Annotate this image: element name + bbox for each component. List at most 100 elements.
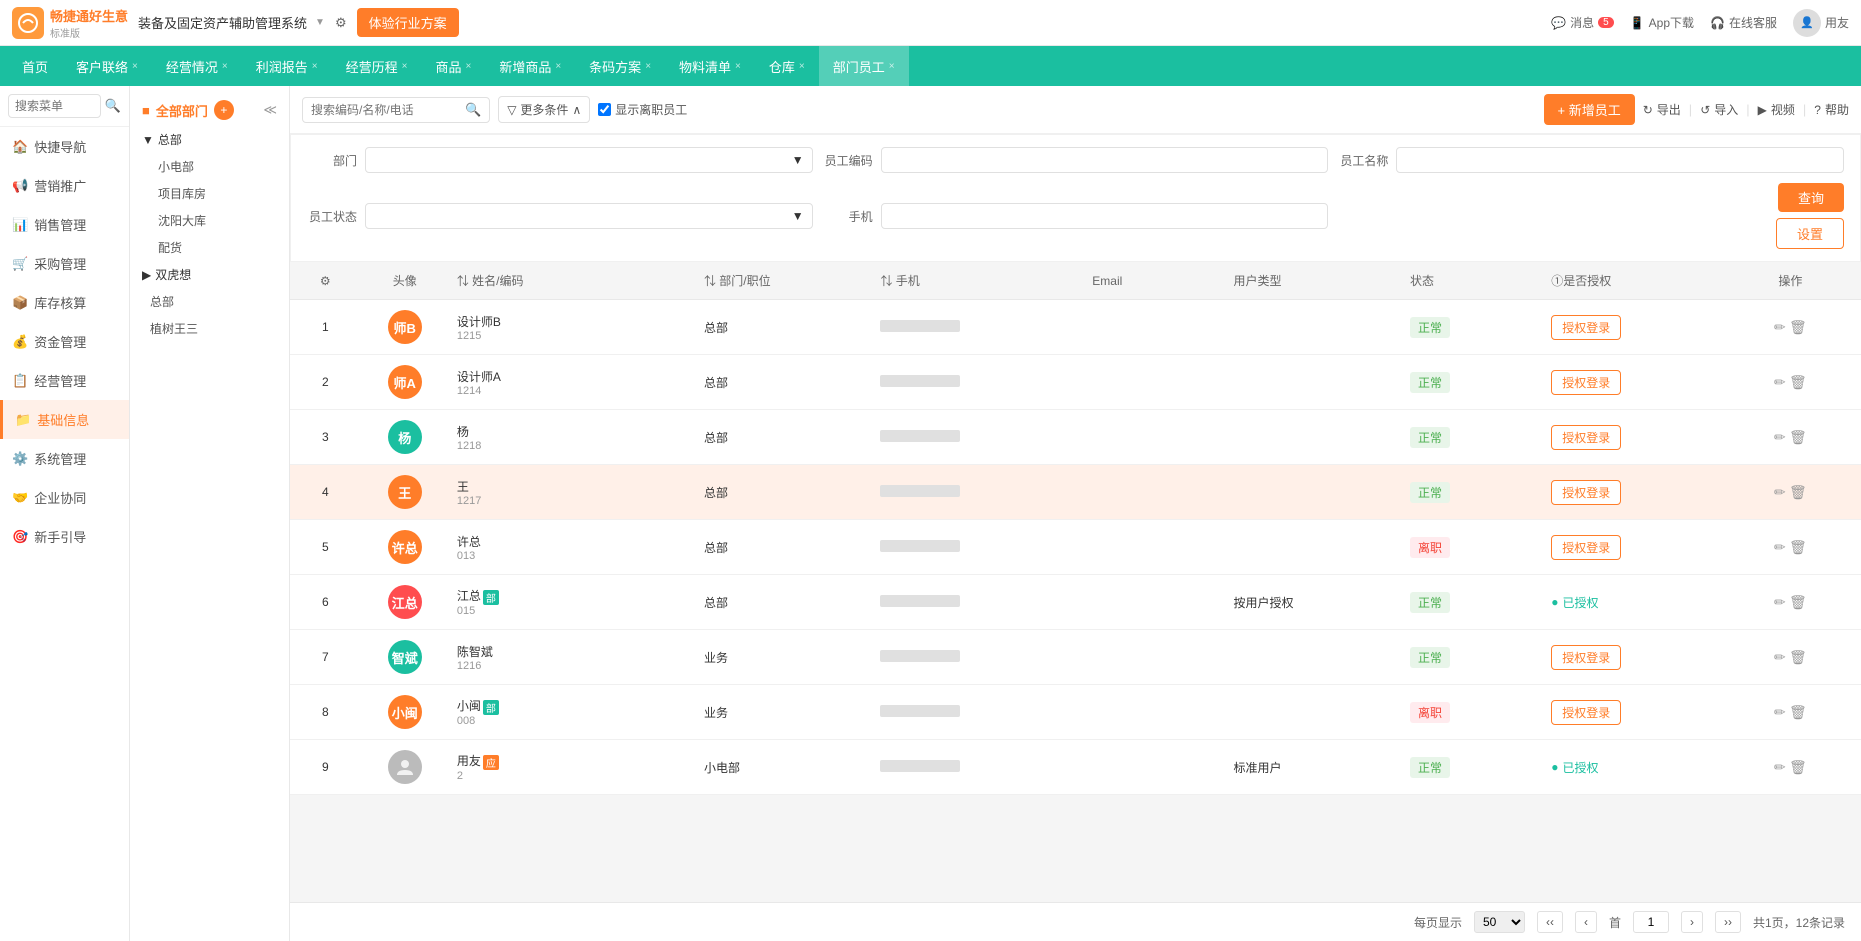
emp-name-input[interactable] [1396, 147, 1844, 173]
tab-profit[interactable]: 利润报告 × [242, 46, 332, 86]
first-page-btn[interactable]: ‹‹ [1537, 911, 1563, 933]
auth-login-btn[interactable]: 授权登录 [1551, 535, 1621, 560]
tab-barcode[interactable]: 条码方案 × [575, 46, 665, 86]
delete-icon[interactable]: 🗑 [1789, 704, 1807, 720]
row-dept: 总部 [696, 410, 873, 465]
auth-login-btn[interactable]: 授权登录 [1551, 370, 1621, 395]
sidebar-item-finance[interactable]: 💰 资金管理 [0, 322, 129, 361]
search-box: 🔍 [302, 97, 490, 123]
user-menu[interactable]: 👤 用友 [1793, 9, 1849, 37]
app-download-button[interactable]: 📱 App下载 [1630, 14, 1694, 31]
service-button[interactable]: 🎧 在线客服 [1710, 14, 1777, 31]
dept-item-peihuo[interactable]: 配货 [130, 234, 289, 261]
sidebar-item-system[interactable]: ⚙️ 系统管理 [0, 439, 129, 478]
edit-icon[interactable]: ✏ [1774, 319, 1786, 335]
message-button[interactable]: 💬 消息 5 [1551, 14, 1614, 31]
sidebar-item-marketing[interactable]: 📢 营销推广 [0, 166, 129, 205]
tab-home[interactable]: 首页 [8, 46, 62, 86]
video-btn[interactable]: ▶ 视频 [1758, 101, 1795, 118]
sidebar-item-quicknav[interactable]: 🏠 快捷导航 [0, 127, 129, 166]
next-page-btn[interactable]: › [1681, 911, 1703, 933]
edit-icon[interactable]: ✏ [1774, 429, 1786, 445]
auth-login-btn[interactable]: 授权登录 [1551, 645, 1621, 670]
add-employee-btn[interactable]: + 新增员工 [1544, 94, 1635, 125]
delete-icon[interactable]: 🗑 [1789, 649, 1807, 665]
auth-login-btn[interactable]: 授权登录 [1551, 315, 1621, 340]
delete-icon[interactable]: 🗑 [1789, 759, 1807, 775]
tab-staff[interactable]: 部门员工 × [819, 46, 909, 86]
more-filter-btn[interactable]: ▽ 更多条件 ∧ [498, 96, 590, 123]
row-email [1084, 630, 1225, 685]
dept-item-shenyang[interactable]: 沈阳大库 [130, 207, 289, 234]
sidebar-item-business[interactable]: 📋 经营管理 [0, 361, 129, 400]
delete-icon[interactable]: 🗑 [1789, 484, 1807, 500]
tab-customer[interactable]: 客户联络 × [62, 46, 152, 86]
edit-icon[interactable]: ✏ [1774, 649, 1786, 665]
logo-text: 畅捷通好生意 标准版 [50, 6, 128, 40]
dept-select[interactable]: ▼ [365, 147, 813, 173]
row-email [1084, 740, 1225, 795]
col-phone[interactable]: ⇅ 手机 [872, 262, 1084, 300]
phone-input[interactable] [881, 203, 1329, 229]
phone-label: 手机 [823, 208, 873, 225]
edit-icon[interactable]: ✏ [1774, 374, 1786, 390]
auth-login-btn[interactable]: 授权登录 [1551, 480, 1621, 505]
query-btn[interactable]: 查询 [1778, 183, 1844, 212]
col-name[interactable]: ⇅ 姓名/编码 [449, 262, 696, 300]
settings-icon[interactable]: ⚙ [335, 15, 347, 31]
sales-icon: 📊 [12, 217, 28, 233]
delete-icon[interactable]: 🗑 [1789, 539, 1807, 555]
page-size-select[interactable]: 50 100 [1474, 911, 1525, 933]
sidebar-item-collab[interactable]: 🤝 企业协同 [0, 478, 129, 517]
delete-icon[interactable]: 🗑 [1789, 374, 1807, 390]
prev-page-btn[interactable]: ‹ [1575, 911, 1597, 933]
delete-icon[interactable]: 🗑 [1789, 429, 1807, 445]
dept-collapse-btn[interactable]: ≪ [263, 102, 277, 118]
sidebar-item-inventory[interactable]: 📦 库存核算 [0, 283, 129, 322]
tab-newgoods[interactable]: 新增商品 × [485, 46, 575, 86]
tab-history[interactable]: 经营历程 × [332, 46, 422, 86]
sidebar-item-guide[interactable]: 🎯 新手引导 [0, 517, 129, 556]
emp-status-select[interactable]: ▼ [365, 203, 813, 229]
sidebar-search-input[interactable] [8, 94, 101, 118]
dept-item-zhishu[interactable]: 植树王三 [130, 315, 289, 342]
show-resigned-checkbox[interactable]: 显示离职员工 [598, 101, 687, 118]
dept-item-project[interactable]: 项目库房 [130, 180, 289, 207]
edit-icon[interactable]: ✏ [1774, 484, 1786, 500]
dept-item-shuanghu[interactable]: ▶双虎想 [130, 261, 289, 288]
tab-bom[interactable]: 物料清单 × [665, 46, 755, 86]
sidebar-item-sales[interactable]: 📊 销售管理 [0, 205, 129, 244]
edit-icon[interactable]: ✏ [1774, 704, 1786, 720]
auth-login-btn[interactable]: 授权登录 [1551, 700, 1621, 725]
page-input[interactable] [1633, 911, 1669, 933]
col-dept[interactable]: ⇅ 部门/职位 [696, 262, 873, 300]
sidebar-item-purchase[interactable]: 🛒 采购管理 [0, 244, 129, 283]
trial-button[interactable]: 体验行业方案 [357, 8, 459, 37]
help-btn[interactable]: ? 帮助 [1814, 101, 1849, 118]
sidebar-item-basic[interactable]: 📁 基础信息 [0, 400, 129, 439]
delete-icon[interactable]: 🗑 [1789, 594, 1807, 610]
tab-goods[interactable]: 商品 × [421, 46, 485, 86]
dept-item-xiaodibu[interactable]: 小电部 [130, 153, 289, 180]
tab-operations[interactable]: 经营情况 × [152, 46, 242, 86]
dept-item-zongbu[interactable]: 总部 [130, 288, 289, 315]
edit-icon[interactable]: ✏ [1774, 759, 1786, 775]
app-icon: 📱 [1630, 16, 1645, 30]
system-title-dropdown[interactable]: ▼ [315, 17, 325, 28]
dept-all-label[interactable]: 全部部门 [156, 101, 208, 120]
import-btn[interactable]: ↺ 导入 [1700, 101, 1738, 118]
dept-item-hq-parent[interactable]: ▼总部 [130, 126, 289, 153]
edit-icon[interactable]: ✏ [1774, 594, 1786, 610]
dept-add-btn[interactable]: + [214, 100, 234, 120]
edit-icon[interactable]: ✏ [1774, 539, 1786, 555]
col-settings[interactable]: ⚙ [290, 262, 361, 300]
search-input[interactable] [311, 103, 461, 117]
delete-icon[interactable]: 🗑 [1789, 319, 1807, 335]
last-page-btn[interactable]: ›› [1715, 911, 1741, 933]
set-btn[interactable]: 设置 [1776, 218, 1844, 249]
export-btn[interactable]: ↻ 导出 [1643, 101, 1681, 118]
emp-code-input[interactable] [881, 147, 1329, 173]
auth-login-btn[interactable]: 授权登录 [1551, 425, 1621, 450]
row-status: 正常 [1402, 465, 1543, 520]
tab-warehouse[interactable]: 仓库 × [755, 46, 819, 86]
